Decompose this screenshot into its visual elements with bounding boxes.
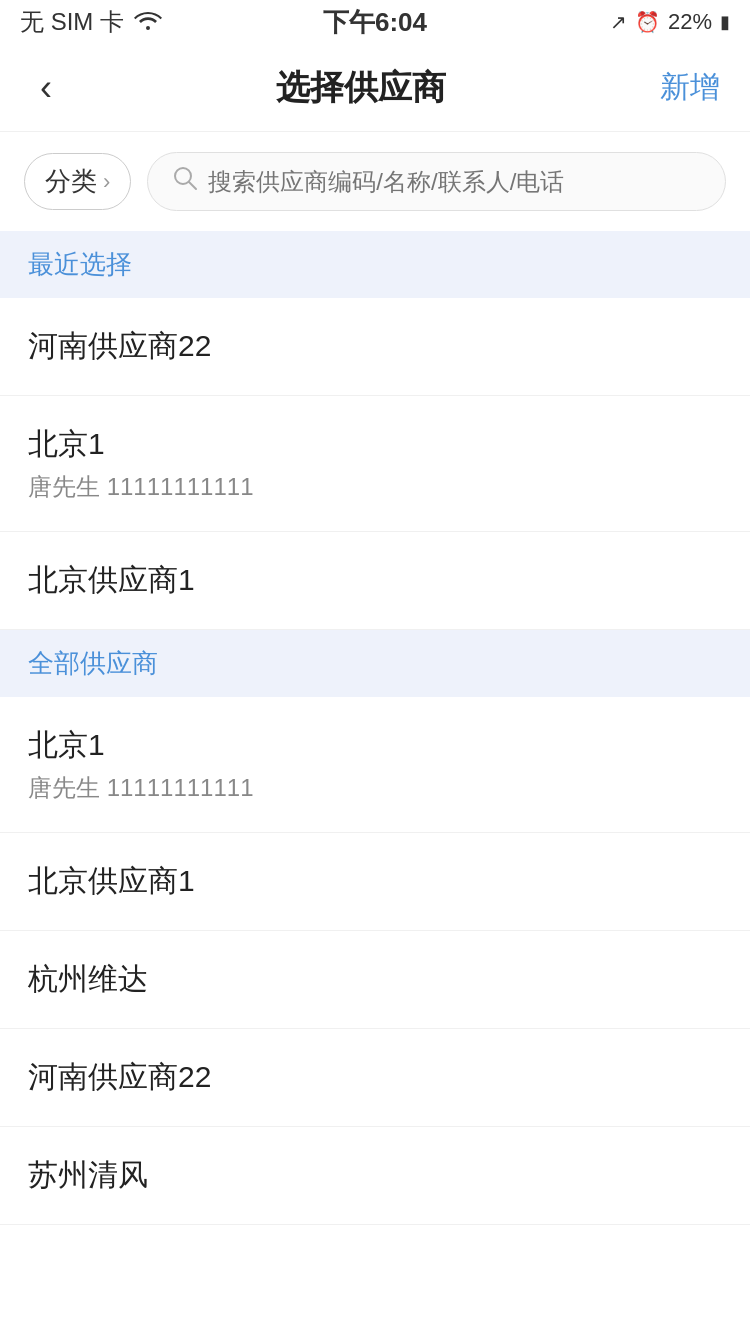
item-contact: 唐先生 11111111111 bbox=[28, 471, 722, 503]
all-section-label: 全部供应商 bbox=[28, 648, 158, 678]
item-name: 苏州清风 bbox=[28, 1155, 722, 1196]
carrier-label: 无 SIM 卡 bbox=[20, 6, 124, 38]
all-list-item[interactable]: 苏州清风 bbox=[0, 1127, 750, 1225]
page-title: 选择供应商 bbox=[276, 65, 446, 111]
search-input[interactable] bbox=[208, 168, 701, 196]
recent-section-label: 最近选择 bbox=[28, 249, 132, 279]
item-name: 北京1 bbox=[28, 725, 722, 766]
recent-section-header: 最近选择 bbox=[0, 231, 750, 298]
svg-line-1 bbox=[189, 182, 196, 189]
search-box bbox=[147, 152, 726, 211]
item-name: 北京供应商1 bbox=[28, 560, 722, 601]
nav-bar: ‹ 选择供应商 新增 bbox=[0, 44, 750, 132]
battery-icon: ▮ bbox=[720, 11, 730, 33]
status-time: 下午6:04 bbox=[323, 5, 427, 40]
battery-label: 22% bbox=[668, 9, 712, 35]
all-list-item[interactable]: 杭州维达 bbox=[0, 931, 750, 1029]
recent-list-item[interactable]: 北京1 唐先生 11111111111 bbox=[0, 396, 750, 532]
item-name: 河南供应商22 bbox=[28, 326, 722, 367]
all-section-header: 全部供应商 bbox=[0, 630, 750, 697]
location-icon: ↗ bbox=[610, 10, 627, 34]
category-button[interactable]: 分类 › bbox=[24, 153, 131, 210]
all-list-item[interactable]: 河南供应商22 bbox=[0, 1029, 750, 1127]
category-label: 分类 bbox=[45, 164, 97, 199]
recent-list-item[interactable]: 河南供应商22 bbox=[0, 298, 750, 396]
item-name: 北京供应商1 bbox=[28, 861, 722, 902]
all-list-item[interactable]: 北京供应商1 bbox=[0, 833, 750, 931]
recent-items-list: 河南供应商22 北京1 唐先生 11111111111 北京供应商1 bbox=[0, 298, 750, 630]
item-name: 河南供应商22 bbox=[28, 1057, 722, 1098]
item-name: 杭州维达 bbox=[28, 959, 722, 1000]
alarm-icon: ⏰ bbox=[635, 10, 660, 34]
status-bar: 无 SIM 卡 下午6:04 ↗ ⏰ 22% ▮ bbox=[0, 0, 750, 44]
all-list-item[interactable]: 北京1 唐先生 11111111111 bbox=[0, 697, 750, 833]
recent-list-item[interactable]: 北京供应商1 bbox=[0, 532, 750, 630]
item-contact: 唐先生 11111111111 bbox=[28, 772, 722, 804]
all-items-list: 北京1 唐先生 11111111111 北京供应商1 杭州维达 河南供应商22 … bbox=[0, 697, 750, 1225]
search-icon bbox=[172, 165, 198, 198]
chevron-right-icon: › bbox=[103, 169, 110, 195]
status-left: 无 SIM 卡 bbox=[20, 6, 162, 38]
wifi-icon bbox=[134, 8, 162, 36]
status-right: ↗ ⏰ 22% ▮ bbox=[610, 9, 730, 35]
back-button[interactable]: ‹ bbox=[30, 57, 62, 119]
new-button[interactable]: 新增 bbox=[660, 67, 720, 108]
item-name: 北京1 bbox=[28, 424, 722, 465]
filter-bar: 分类 › bbox=[0, 132, 750, 231]
